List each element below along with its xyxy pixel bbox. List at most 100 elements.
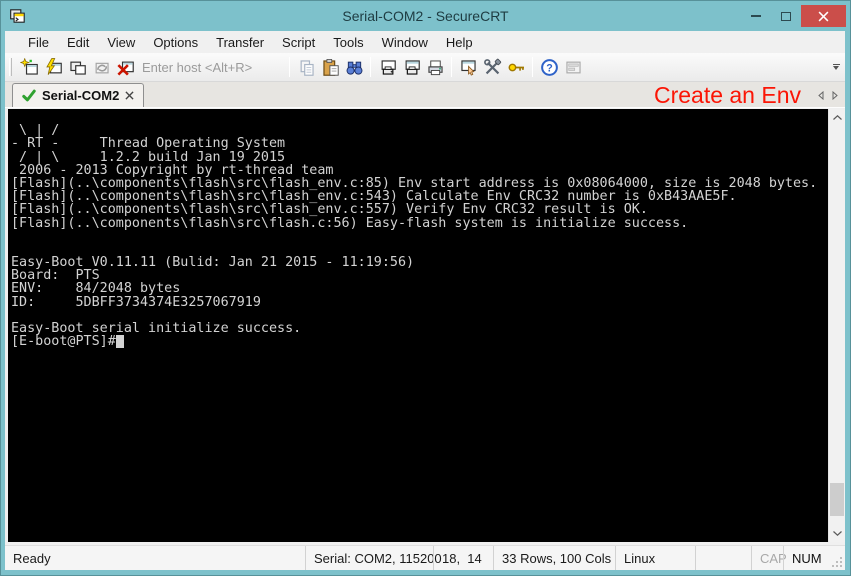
- scroll-down-icon: [833, 531, 842, 536]
- maximize-button[interactable]: [771, 5, 801, 27]
- quick-connect-icon: [44, 58, 63, 77]
- connect-bar-icon: [564, 58, 583, 77]
- status-emulation: Linux: [615, 546, 695, 570]
- toolbar-separator: [532, 57, 533, 77]
- print-button[interactable]: [423, 56, 447, 78]
- terminal-line: / | \ 1.2.2 build Jan 19 2015: [11, 151, 828, 164]
- toolbar-overflow-button[interactable]: [830, 64, 842, 70]
- status-caps-lock: CAP: [751, 546, 783, 570]
- terminal-line: [11, 111, 828, 124]
- session-options-icon: [483, 58, 502, 77]
- reconnect-button[interactable]: [89, 56, 113, 78]
- tab-bar: Serial-COM2 Create an Env: [5, 82, 845, 108]
- properties-icon: [459, 58, 478, 77]
- help-icon: ?: [540, 58, 559, 77]
- status-bar: Ready Serial: COM2, 115200 18, 14 33 Row…: [5, 545, 845, 570]
- tab-scroll-right-icon[interactable]: [832, 91, 838, 100]
- connect-button[interactable]: [17, 56, 41, 78]
- tab-scroll-arrows: [818, 91, 838, 100]
- paste-button[interactable]: [318, 56, 342, 78]
- copy-button[interactable]: [294, 56, 318, 78]
- maximize-icon: [781, 12, 791, 21]
- reconnect-icon: [92, 58, 111, 77]
- terminal-screen[interactable]: \ | / - RT - Thread Operating System / |…: [8, 109, 828, 542]
- tab-close-icon: [125, 91, 134, 100]
- terminal-line: [E-boot@PTS]#: [11, 335, 828, 348]
- help-button[interactable]: ?: [537, 56, 561, 78]
- svg-text:?: ?: [546, 62, 553, 74]
- terminal-line: Easy-Boot serial initialize success.: [11, 322, 828, 335]
- key-icon: [507, 58, 526, 77]
- toolbar-grip[interactable]: [9, 58, 12, 76]
- toolbar-separator: [370, 57, 371, 77]
- terminal-line: ID: 5DBFF3734374E3257067919: [11, 296, 828, 309]
- menu-bar: File Edit View Options Transfer Script T…: [5, 31, 845, 53]
- window-body: File Edit View Options Transfer Script T…: [5, 31, 845, 570]
- tab-serial-com2[interactable]: Serial-COM2: [12, 83, 144, 107]
- window-controls: [741, 5, 846, 27]
- connect-icon: [20, 58, 39, 77]
- minimize-icon: [751, 15, 761, 17]
- scroll-down-button[interactable]: [829, 525, 845, 542]
- connect-bar-button[interactable]: [561, 56, 585, 78]
- find-button[interactable]: [342, 56, 366, 78]
- tab-close-button[interactable]: [125, 91, 134, 100]
- properties-button[interactable]: [456, 56, 480, 78]
- securecrt-window: Serial-COM2 - SecureCRT File Edit View O…: [0, 0, 851, 576]
- generate-key-button[interactable]: [504, 56, 528, 78]
- connect-in-tab-button[interactable]: [65, 56, 89, 78]
- toolbar: ?: [5, 53, 845, 82]
- menu-help[interactable]: Help: [437, 33, 482, 52]
- raw-log-icon: [402, 58, 421, 77]
- disconnect-icon: [116, 58, 135, 77]
- menu-file[interactable]: File: [19, 33, 58, 52]
- tab-scroll-left-icon[interactable]: [818, 91, 824, 100]
- status-serial: Serial: COM2, 115200: [305, 546, 433, 570]
- status-num-lock: NUM: [783, 546, 821, 570]
- print-icon: [426, 58, 445, 77]
- raw-log-button[interactable]: [399, 56, 423, 78]
- window-title: Serial-COM2 - SecureCRT: [1, 8, 850, 24]
- log-session-button[interactable]: [375, 56, 399, 78]
- session-options-button[interactable]: [480, 56, 504, 78]
- toolbar-separator: [451, 57, 452, 77]
- status-ready: Ready: [5, 546, 305, 570]
- terminal-line: 2006 - 2013 Copyright by rt-thread team: [11, 164, 828, 177]
- vertical-scrollbar[interactable]: [828, 109, 845, 542]
- resize-grip[interactable]: [821, 546, 845, 570]
- minimize-button[interactable]: [741, 5, 771, 27]
- disconnect-button[interactable]: [113, 56, 137, 78]
- connected-check-icon: [22, 89, 36, 102]
- toolbar-overflow-icon: [833, 64, 840, 65]
- log-session-icon: [378, 58, 397, 77]
- menu-window[interactable]: Window: [373, 33, 437, 52]
- menu-view[interactable]: View: [98, 33, 144, 52]
- terminal-cursor: [116, 335, 124, 348]
- menu-options[interactable]: Options: [144, 33, 207, 52]
- quick-connect-button[interactable]: [41, 56, 65, 78]
- resize-grip-icon: [831, 556, 843, 568]
- status-cursor-position: 18, 14: [433, 546, 493, 570]
- close-button[interactable]: [801, 5, 846, 27]
- terminal-line: Easy-Boot V0.11.11 (Bulid: Jan 21 2015 -…: [11, 256, 828, 269]
- terminal-line: ENV: 84/2048 bytes: [11, 282, 828, 295]
- status-grid-size: 33 Rows, 100 Cols: [493, 546, 615, 570]
- terminal-line: [Flash](..\components\flash\src\flash.c:…: [11, 217, 828, 230]
- terminal-line: - RT - Thread Operating System: [11, 137, 828, 150]
- host-input[interactable]: [137, 57, 285, 77]
- terminal-line: [11, 230, 828, 243]
- scroll-up-icon: [833, 115, 842, 120]
- tab-label: Serial-COM2: [42, 88, 119, 103]
- menu-transfer[interactable]: Transfer: [207, 33, 273, 52]
- terminal-line: [Flash](..\components\flash\src\flash_en…: [11, 203, 828, 216]
- connect-in-tab-icon: [68, 58, 87, 77]
- menu-edit[interactable]: Edit: [58, 33, 98, 52]
- find-icon: [345, 58, 364, 77]
- status-spacer: [695, 546, 751, 570]
- menu-tools[interactable]: Tools: [324, 33, 372, 52]
- menu-script[interactable]: Script: [273, 33, 324, 52]
- scroll-up-button[interactable]: [829, 109, 845, 126]
- title-bar[interactable]: Serial-COM2 - SecureCRT: [1, 1, 850, 31]
- annotation-create-an-env: Create an Env: [654, 82, 801, 108]
- scrollbar-thumb[interactable]: [830, 483, 844, 516]
